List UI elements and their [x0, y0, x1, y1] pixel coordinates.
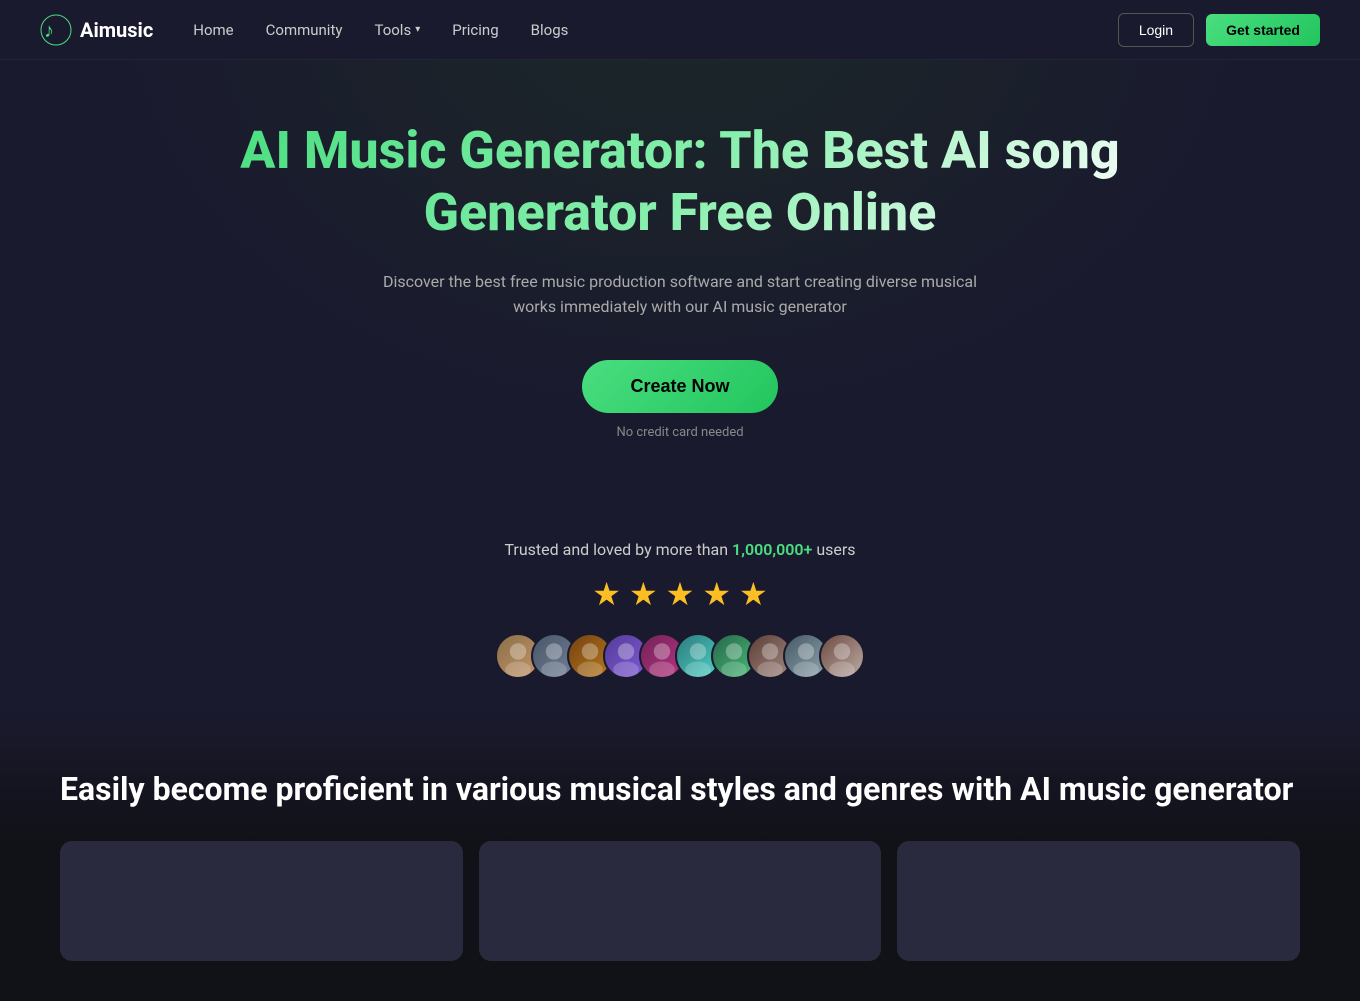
- stars-row: ★ ★ ★ ★ ★: [0, 575, 1360, 613]
- trust-text: Trusted and loved by more than 1,000,000…: [0, 540, 1360, 559]
- star-5: ★: [739, 575, 768, 613]
- nav-tools[interactable]: Tools ▾: [374, 21, 420, 39]
- avatar-10: [819, 633, 865, 679]
- nav-home[interactable]: Home: [193, 21, 233, 39]
- login-button[interactable]: Login: [1118, 13, 1194, 47]
- nav-community[interactable]: Community: [266, 21, 343, 39]
- section-title: Easily become proficient in various musi…: [60, 769, 1300, 811]
- hero-section: AI Music Generator: The Best AI song Gen…: [0, 0, 1360, 500]
- logo-text: Aimusic: [80, 18, 153, 42]
- nav-pricing[interactable]: Pricing: [452, 21, 498, 39]
- navbar-right: Login Get started: [1118, 13, 1320, 47]
- nav-blogs[interactable]: Blogs: [531, 21, 569, 39]
- hero-title: AI Music Generator: The Best AI song Gen…: [230, 120, 1130, 245]
- no-credit-card-text: No credit card needed: [0, 425, 1360, 440]
- get-started-button[interactable]: Get started: [1206, 14, 1320, 46]
- star-4: ★: [702, 575, 731, 613]
- avatars-row: [0, 633, 1360, 679]
- logo-link[interactable]: ♪ Aimusic: [40, 14, 153, 46]
- star-2: ★: [629, 575, 658, 613]
- section-below: Easily become proficient in various musi…: [0, 709, 1360, 841]
- star-1: ★: [592, 575, 621, 613]
- trust-text-suffix: users: [816, 540, 855, 559]
- cta-container: Create Now No credit card needed: [0, 360, 1360, 440]
- trust-text-prefix: Trusted and loved by more than: [504, 540, 728, 559]
- nav-links: Home Community Tools ▾ Pricing Blogs: [193, 21, 568, 39]
- star-3: ★: [666, 575, 695, 613]
- cards-row: [0, 841, 1360, 1001]
- create-now-button[interactable]: Create Now: [582, 360, 777, 413]
- navbar: ♪ Aimusic Home Community Tools ▾ Pricing…: [0, 0, 1360, 60]
- avatar-group: [495, 633, 865, 679]
- navbar-left: ♪ Aimusic Home Community Tools ▾ Pricing…: [40, 14, 568, 46]
- trust-section: Trusted and loved by more than 1,000,000…: [0, 500, 1360, 709]
- user-count: 1,000,000+: [732, 540, 812, 559]
- chevron-down-icon: ▾: [415, 24, 420, 35]
- logo-icon: ♪: [40, 14, 72, 46]
- svg-text:♪: ♪: [44, 18, 54, 42]
- hero-subtitle: Discover the best free music production …: [380, 269, 980, 320]
